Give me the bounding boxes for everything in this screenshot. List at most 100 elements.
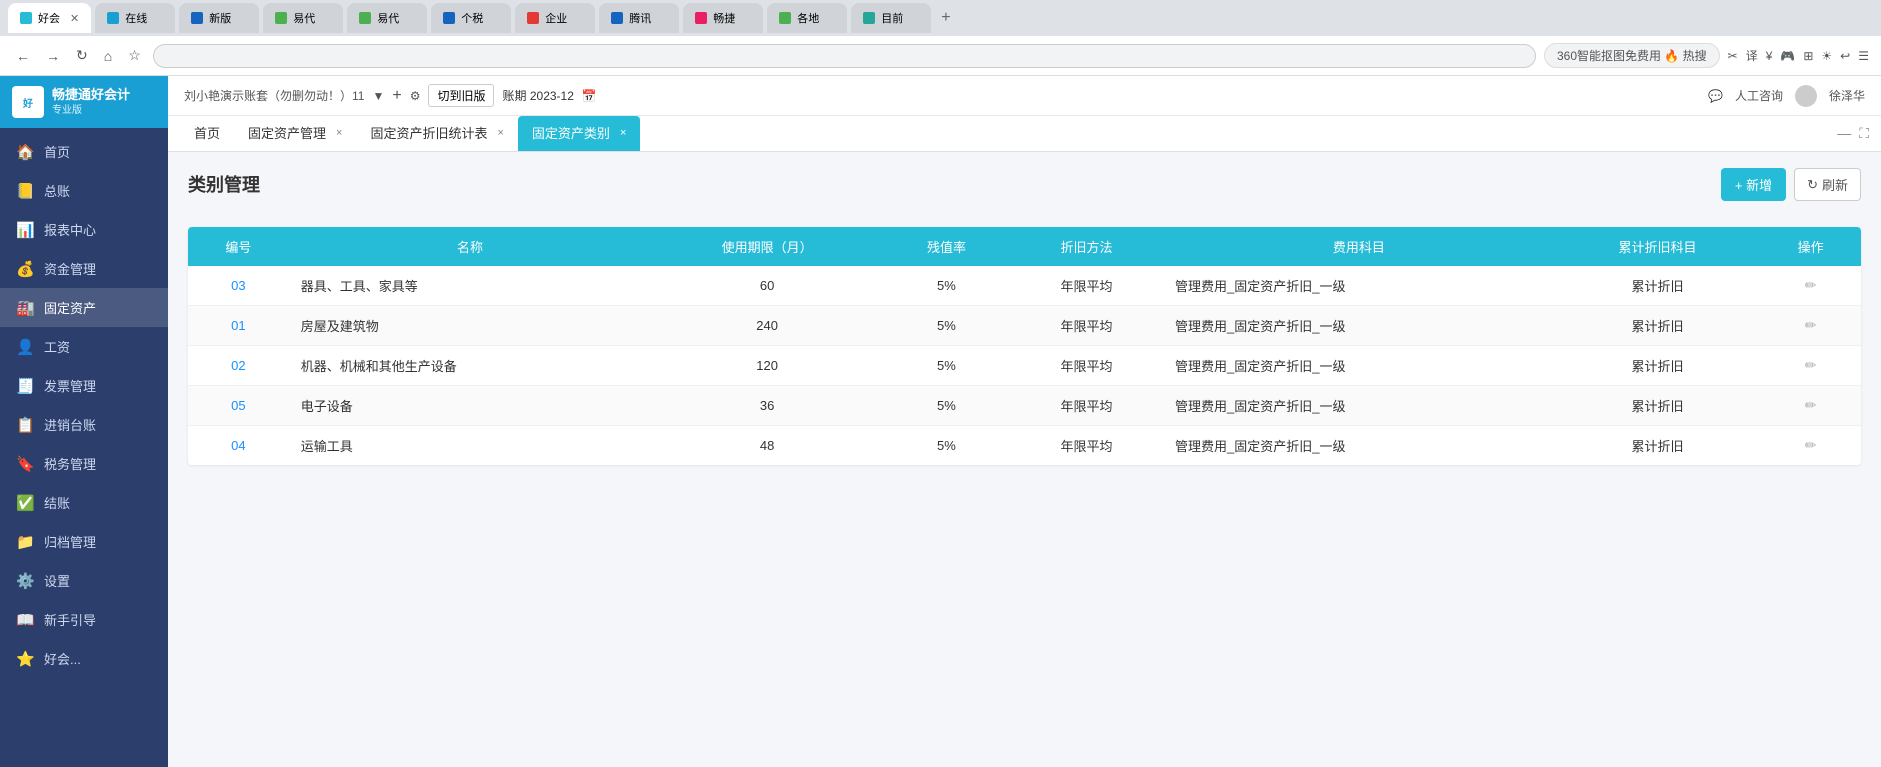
browser-tab-7[interactable]: 腾讯 (599, 3, 679, 33)
sidebar-item-close[interactable]: ✅ 结账 (0, 483, 168, 522)
calendar-icon[interactable]: 📅 (582, 89, 597, 103)
sidebar-item-label: 资金管理 (44, 259, 96, 278)
sidebar-item-label: 归档管理 (44, 532, 96, 551)
top-bar: 刘小艳演示账套（勿删勿动！）11 ▼ + ⚙ 切到旧版 账期 2023-12 📅… (168, 76, 1881, 116)
new-tab-button[interactable]: + (935, 7, 956, 29)
browser-tab-4[interactable]: 易代 (347, 3, 427, 33)
sidebar-item-invoice[interactable]: 🧾 发票管理 (0, 366, 168, 405)
sidebar-item-purchase[interactable]: 📋 进销台账 (0, 405, 168, 444)
user-name[interactable]: 徐泽华 (1829, 87, 1865, 104)
switch-version-button[interactable]: 切到旧版 (428, 84, 494, 107)
browser-tab-6[interactable]: 企业 (515, 3, 595, 33)
sidebar-item-label: 首页 (44, 142, 70, 161)
game-icon[interactable]: 🎮 (1780, 49, 1795, 63)
refresh-button[interactable]: ↻ 刷新 (1794, 168, 1861, 201)
cell-action[interactable]: ✏ (1760, 306, 1861, 346)
browser-tab-1[interactable]: 在线 (95, 3, 175, 33)
tab-close-icon[interactable]: ✕ (70, 12, 79, 25)
forward-button[interactable]: → (42, 44, 64, 68)
browser-tab-3[interactable]: 易代 (263, 3, 343, 33)
browser-tab-10[interactable]: 目前 (851, 3, 931, 33)
edit-icon[interactable]: ✏ (1805, 397, 1817, 413)
sidebar-item-funds[interactable]: 💰 资金管理 (0, 249, 168, 288)
browser-tab-active[interactable]: 好会 ✕ (8, 3, 91, 33)
tab-asset-category[interactable]: 固定资产类别 × (518, 116, 640, 151)
cell-method: 年限平均 (1010, 346, 1163, 386)
cut-icon[interactable]: ✂ (1728, 49, 1738, 63)
sidebar-item-settings[interactable]: ⚙️ 设置 (0, 561, 168, 600)
sidebar-item-ledger[interactable]: 📒 总账 (0, 171, 168, 210)
translate-icon[interactable]: 译 (1746, 47, 1758, 64)
tab-close-icon[interactable]: × (336, 127, 342, 139)
sidebar-item-guide[interactable]: 📖 新手引导 (0, 600, 168, 639)
support-label[interactable]: 人工咨询 (1735, 87, 1783, 104)
maximize-icon[interactable]: ⛶ (1859, 125, 1869, 142)
col-header-name: 名称 (289, 227, 652, 266)
sidebar-item-tax[interactable]: 🔖 税务管理 (0, 444, 168, 483)
cell-action[interactable]: ✏ (1760, 266, 1861, 306)
url-actions: 360智能抠图免费用 🔥 热搜 ✂ 译 ¥ 🎮 ⊞ ☀ ↩ ☰ (1544, 43, 1869, 68)
tab-home[interactable]: 首页 (180, 116, 234, 151)
close-period-icon: ✅ (16, 494, 34, 512)
logo-text: 畅捷通好会计 专业版 (52, 87, 130, 117)
sidebar-item-payroll[interactable]: 👤 工资 (0, 327, 168, 366)
home-icon: 🏠 (16, 143, 34, 161)
grid-icon[interactable]: ⊞ (1803, 49, 1813, 63)
undo-icon[interactable]: ↩ (1840, 49, 1850, 63)
reload-button[interactable]: ↻ (72, 43, 92, 68)
tab-label: 固定资产折旧统计表 (370, 123, 487, 142)
edit-icon[interactable]: ✏ (1805, 317, 1817, 333)
sun-icon[interactable]: ☀ (1821, 49, 1832, 63)
bookmark-button[interactable]: ☆ (124, 43, 145, 68)
browser-tab-bar: 好会 ✕ 在线 新版 易代 易代 个税 企业 腾讯 畅捷 各地 目前 + (0, 0, 1881, 36)
payroll-icon: 👤 (16, 338, 34, 356)
category-table: 编号 名称 使用期限（月） 残值率 折旧方法 费用科目 累计折旧科目 操作 03… (188, 227, 1861, 465)
page-title: 类别管理 (188, 171, 260, 197)
edit-icon[interactable]: ✏ (1805, 357, 1817, 373)
tab-fixed-assets-mgmt[interactable]: 固定资产管理 × (234, 116, 356, 151)
menu-icon[interactable]: ☰ (1858, 49, 1869, 63)
browser-tab-2[interactable]: 新版 (179, 3, 259, 33)
edit-icon[interactable]: ✏ (1805, 277, 1817, 293)
cell-id[interactable]: 04 (188, 426, 289, 466)
page-tabs: 首页 固定资产管理 × 固定资产折旧统计表 × 固定资产类别 × — ⛶ (168, 116, 1881, 152)
sidebar-item-archive[interactable]: 📁 归档管理 (0, 522, 168, 561)
cell-id[interactable]: 05 (188, 386, 289, 426)
cell-expense: 管理费用_固定资产折旧_一级 (1163, 266, 1555, 306)
more-icon: ⭐ (16, 650, 34, 668)
cell-action[interactable]: ✏ (1760, 346, 1861, 386)
cell-id[interactable]: 02 (188, 346, 289, 386)
tab-depreciation-table[interactable]: 固定资产折旧统计表 × (356, 116, 517, 151)
cell-id[interactable]: 01 (188, 306, 289, 346)
cell-period: 240 (651, 306, 883, 346)
sidebar-item-more[interactable]: ⭐ 好会... (0, 639, 168, 678)
search-bar[interactable]: 360智能抠图免费用 🔥 热搜 (1544, 43, 1720, 68)
edit-icon[interactable]: ✏ (1805, 437, 1817, 453)
cell-name: 电子设备 (289, 386, 652, 426)
home-button[interactable]: ⌂ (100, 44, 116, 68)
minimize-icon[interactable]: — (1837, 125, 1851, 142)
dropdown-icon[interactable]: ▼ (372, 89, 384, 103)
url-input[interactable]: https://cloud.chanjet.com/accounting/uw1… (153, 44, 1536, 68)
cell-action[interactable]: ✏ (1760, 386, 1861, 426)
user-info: 刘小艳演示账套（勿删勿动！）11 (184, 87, 364, 104)
col-header-action: 操作 (1760, 227, 1861, 266)
cell-name: 房屋及建筑物 (289, 306, 652, 346)
sidebar-item-home[interactable]: 🏠 首页 (0, 132, 168, 171)
tab-close-icon[interactable]: × (620, 127, 626, 139)
sidebar-item-label: 结账 (44, 493, 70, 512)
cell-expense: 管理费用_固定资产折旧_一级 (1163, 346, 1555, 386)
plus-icon[interactable]: + (392, 87, 401, 105)
browser-tab-5[interactable]: 个税 (431, 3, 511, 33)
sidebar-item-reports[interactable]: 📊 报表中心 (0, 210, 168, 249)
currency-icon[interactable]: ¥ (1766, 49, 1773, 63)
add-button[interactable]: + 新增 (1721, 168, 1786, 201)
back-button[interactable]: ← (12, 44, 34, 68)
tab-close-icon[interactable]: × (497, 127, 503, 139)
browser-tab-8[interactable]: 畅捷 (683, 3, 763, 33)
sidebar-item-fixed-assets[interactable]: 🏭 固定资产 (0, 288, 168, 327)
settings-icon[interactable]: ⚙ (410, 89, 421, 103)
cell-id[interactable]: 03 (188, 266, 289, 306)
cell-action[interactable]: ✏ (1760, 426, 1861, 466)
browser-tab-9[interactable]: 各地 (767, 3, 847, 33)
